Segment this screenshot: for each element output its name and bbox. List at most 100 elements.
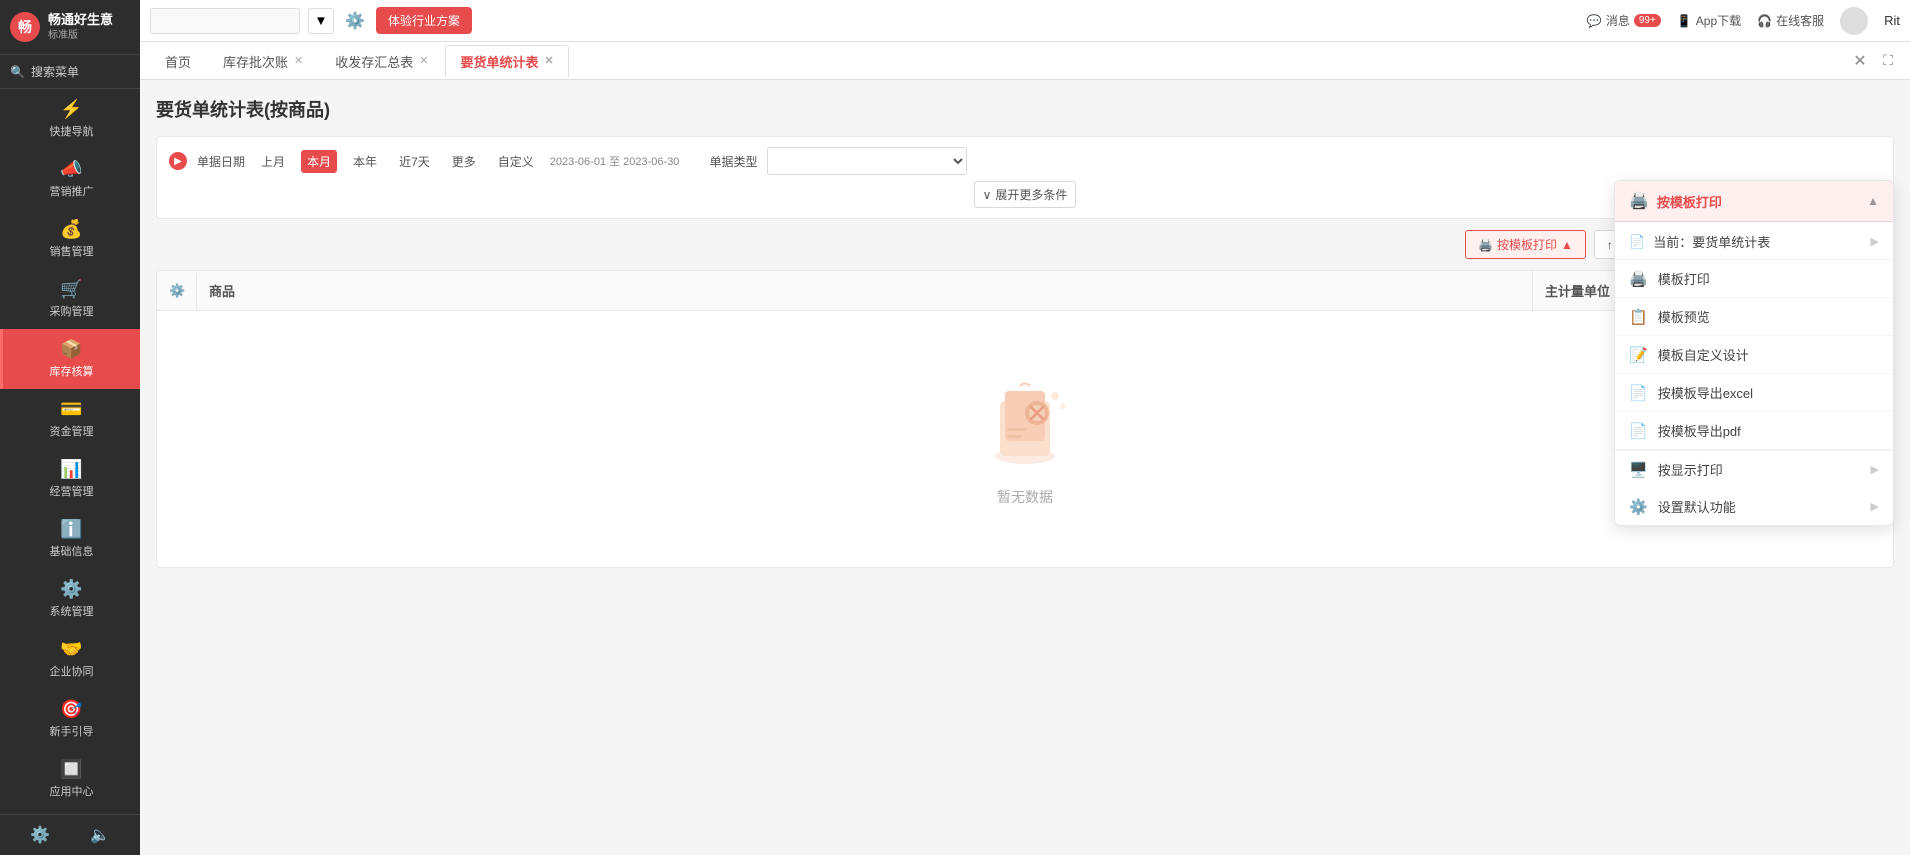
- type-filter-select[interactable]: [767, 147, 967, 175]
- dropdown-section: 🖥️ 按显示打印 ▶ ⚙️ 设置默认功能 ▶: [1615, 450, 1893, 525]
- settings-col-icon[interactable]: ⚙️: [169, 283, 185, 298]
- sidebar-search[interactable]: 🔍 搜索菜单: [0, 55, 140, 89]
- sidebar-bottom: ⚙️ 🔈: [0, 814, 140, 855]
- sidebar-item-finance[interactable]: 💳 资金管理: [0, 389, 140, 449]
- logo-text: 畅通好生意 标准版: [48, 12, 113, 42]
- main-content: ▼ ⚙️ 体验行业方案 💬 消息 99+ 📱 App下载 🎧 在线客服 Rit …: [140, 0, 1910, 855]
- template-print-button[interactable]: 🖨️ 按模板打印 ▲: [1465, 230, 1586, 259]
- filter-expand-icon[interactable]: ▶: [169, 152, 187, 170]
- page-title: 要货单统计表(按商品): [156, 96, 1894, 122]
- set-default-arrow: ▶: [1871, 500, 1879, 513]
- dropdown-item-template-print[interactable]: 🖨️ 模板打印: [1615, 260, 1893, 298]
- home-tab-label: 首页: [165, 52, 191, 71]
- topbar-search-input[interactable]: [150, 8, 300, 34]
- expand-more-button[interactable]: ∨ 展开更多条件: [974, 181, 1077, 208]
- printer-icon: 🖨️: [1478, 238, 1493, 252]
- dropdown-current-label: 当前：要货单统计表: [1653, 232, 1770, 251]
- operation-icon: 📊: [60, 459, 82, 480]
- dropdown-collapse-icon[interactable]: ▲: [1867, 194, 1879, 208]
- system-icon: ⚙️: [60, 579, 82, 600]
- guide-icon: 🎯: [60, 699, 82, 720]
- message-badge: 99+: [1634, 14, 1661, 27]
- sidebar-item-marketing[interactable]: 📣 营销推广: [0, 149, 140, 209]
- dropdown-current-section: 📄 当前：要货单统计表 ▶: [1615, 222, 1893, 260]
- dropdown-item-export-pdf[interactable]: 📄 按模板导出pdf: [1615, 412, 1893, 450]
- date-btn-this-month[interactable]: 本月: [301, 150, 337, 173]
- message-icon: 💬: [1587, 14, 1602, 28]
- app-download-button[interactable]: 📱 App下载: [1677, 12, 1741, 29]
- marketing-icon: 📣: [60, 159, 82, 180]
- filter-row-main: ▶ 单据日期 上月 本月 本年 近7天 更多 自定义 2023-06-01 至 …: [169, 147, 1881, 175]
- topbar-dropdown-button[interactable]: ▼: [308, 8, 334, 34]
- date-btn-last-month[interactable]: 上月: [255, 150, 291, 173]
- tab-order-stats[interactable]: 要货单统计表 ✕: [445, 45, 568, 77]
- message-button[interactable]: 💬 消息 99+: [1587, 12, 1661, 29]
- sidebar-item-app-center[interactable]: 🔲 应用中心: [0, 749, 140, 809]
- date-filter-label: 单据日期: [197, 153, 245, 170]
- date-btn-more[interactable]: 更多: [446, 150, 482, 173]
- empty-text: 暂无数据: [997, 487, 1053, 507]
- tab-receipt-summary[interactable]: 收发存汇总表 ✕: [320, 45, 443, 77]
- date-btn-this-year[interactable]: 本年: [347, 150, 383, 173]
- th-product: 商品: [197, 271, 1533, 310]
- export-excel-item-icon: 📄: [1629, 384, 1648, 402]
- close-all-tabs-button[interactable]: ✕: [1848, 49, 1872, 73]
- logo-icon: 畅: [10, 12, 40, 42]
- dropdown-item-set-default[interactable]: ⚙️ 设置默认功能 ▶: [1615, 488, 1893, 525]
- dropdown-item-export-excel[interactable]: 📄 按模板导出excel: [1615, 374, 1893, 412]
- display-print-item-icon: 🖥️: [1629, 461, 1648, 479]
- close-receipt-summary-icon[interactable]: ✕: [419, 56, 428, 67]
- close-order-stats-icon[interactable]: ✕: [545, 56, 554, 67]
- headset-icon: 🎧: [1757, 14, 1772, 28]
- topbar-right: 💬 消息 99+ 📱 App下载 🎧 在线客服 Rit: [1587, 7, 1900, 35]
- online-service-button[interactable]: 🎧 在线客服: [1757, 12, 1824, 29]
- date-btn-7days[interactable]: 近7天: [393, 150, 436, 173]
- sidebar: 畅 畅通好生意 标准版 🔍 搜索菜单 ⚡ 快捷导航 📣 营销推广 💰 销售管理 …: [0, 0, 140, 855]
- dropdown-title: 按模板打印: [1657, 192, 1722, 211]
- sales-icon: 💰: [60, 219, 82, 240]
- dropdown-printer-icon: 🖨️: [1629, 191, 1649, 211]
- page-content-area: 要货单统计表(按商品) ▶ 单据日期 上月 本月 本年 近7天 更多 自定义 2…: [140, 80, 1910, 855]
- close-batch-accounts-icon[interactable]: ✕: [294, 56, 303, 67]
- empty-icon: [975, 371, 1075, 471]
- sound-bottom-icon[interactable]: 🔈: [90, 825, 110, 845]
- sidebar-item-operation[interactable]: 📊 经营管理: [0, 449, 140, 509]
- user-avatar[interactable]: [1840, 7, 1868, 35]
- date-btn-custom[interactable]: 自定义: [492, 150, 540, 173]
- dropdown-item-display-print[interactable]: 🖥️ 按显示打印 ▶: [1615, 451, 1893, 488]
- sidebar-item-inventory[interactable]: 📦 库存核算: [0, 329, 140, 389]
- sidebar-item-basic[interactable]: ℹ️ 基础信息: [0, 509, 140, 569]
- template-preview-item-icon: 📋: [1629, 308, 1648, 326]
- inventory-icon: 📦: [60, 339, 82, 360]
- topbar-gear-button[interactable]: ⚙️: [342, 8, 368, 34]
- template-custom-item-icon: 📝: [1629, 346, 1648, 364]
- sidebar-nav: ⚡ 快捷导航 📣 营销推广 💰 销售管理 🛒 采购管理 📦 库存核算 💳 资金管…: [0, 89, 140, 814]
- export-icon: ↑: [1607, 238, 1613, 252]
- app-center-icon: 🔲: [60, 759, 82, 780]
- sidebar-item-guide[interactable]: 🎯 新手引导: [0, 689, 140, 749]
- set-default-item-icon: ⚙️: [1629, 498, 1648, 516]
- settings-bottom-icon[interactable]: ⚙️: [30, 825, 50, 845]
- dropdown-item-template-custom[interactable]: 📝 模板自定义设计: [1615, 336, 1893, 374]
- th-check: ⚙️: [157, 273, 197, 309]
- dropdown-doc-icon: 📄: [1629, 234, 1645, 250]
- export-pdf-item-icon: 📄: [1629, 422, 1648, 440]
- search-icon: 🔍: [10, 65, 25, 79]
- sidebar-item-cooperation[interactable]: 🤝 企业协同: [0, 629, 140, 689]
- tab-batch-accounts[interactable]: 库存批次账 ✕: [208, 45, 318, 77]
- template-print-dropdown: 🖨️ 按模板打印 ▲ 📄 当前：要货单统计表 ▶ 🖨️ 模板打印 📋 模板预览: [1614, 180, 1894, 526]
- tabs-bar: 首页 库存批次账 ✕ 收发存汇总表 ✕ 要货单统计表 ✕ ✕ ⛶: [140, 42, 1910, 80]
- type-filter-label: 单据类型: [709, 153, 757, 170]
- expand-tabs-button[interactable]: ⛶: [1876, 49, 1900, 73]
- tab-home[interactable]: 首页: [150, 45, 206, 77]
- trial-button[interactable]: 体验行业方案: [376, 7, 472, 34]
- order-stats-tab-label: 要货单统计表: [460, 52, 538, 71]
- sidebar-item-quick-nav[interactable]: ⚡ 快捷导航: [0, 89, 140, 149]
- sidebar-item-sales[interactable]: 💰 销售管理: [0, 209, 140, 269]
- dropdown-item-template-preview[interactable]: 📋 模板预览: [1615, 298, 1893, 336]
- sidebar-item-purchase[interactable]: 🛒 采购管理: [0, 269, 140, 329]
- cooperation-icon: 🤝: [60, 639, 82, 660]
- sidebar-item-system[interactable]: ⚙️ 系统管理: [0, 569, 140, 629]
- app-download-icon: 📱: [1677, 14, 1692, 28]
- user-name: Rit: [1884, 13, 1900, 28]
